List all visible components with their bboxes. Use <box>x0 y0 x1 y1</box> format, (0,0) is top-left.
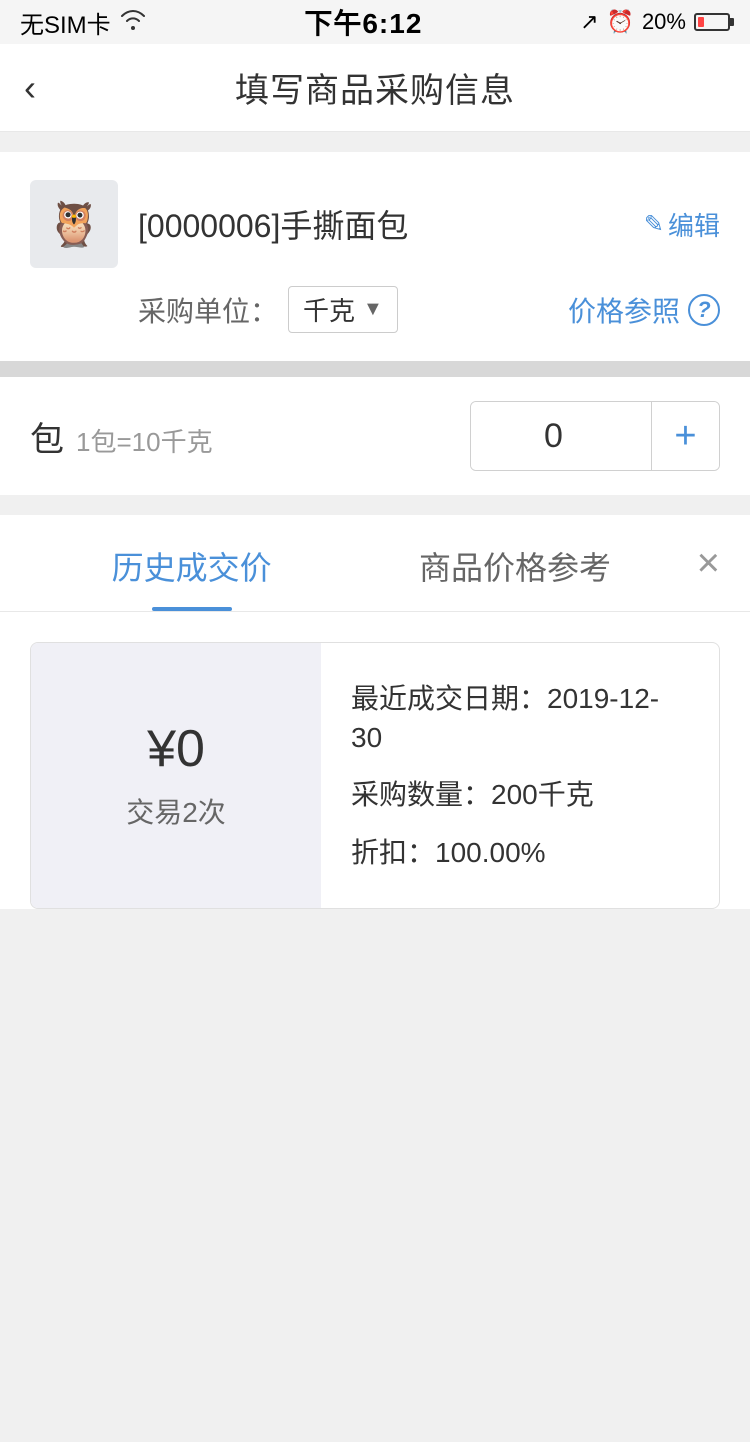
status-bar: 无SIM卡 下午6:12 ↗ ⏰ 20% <box>0 0 750 44</box>
qty-label: 采购数量： <box>351 779 491 810</box>
transaction-details-right: 最近成交日期：2019-12-30 采购数量：200千克 折扣：100.00% <box>321 643 719 908</box>
carrier-label: 无SIM卡 <box>20 5 111 40</box>
product-name: [0000006]手撕面包 <box>138 201 408 247</box>
date-label: 最近成交日期： <box>351 683 547 714</box>
edit-button[interactable]: ✎ 编辑 <box>644 206 720 243</box>
product-unit-row: 采购单位： 千克 ▼ 价格参照 ? <box>138 286 720 333</box>
discount-label: 折扣： <box>351 837 435 868</box>
quantity-control: + <box>470 401 720 471</box>
product-left: 🦉 [0000006]手撕面包 <box>30 180 408 268</box>
tab-history-price[interactable]: 历史成交价 <box>30 515 353 611</box>
transaction-price: ¥0 <box>147 719 205 779</box>
dropdown-arrow-icon: ▼ <box>363 298 383 321</box>
price-ref-button[interactable]: 价格参照 ? <box>568 290 720 330</box>
currency-symbol: ¥ <box>147 720 176 778</box>
alarm-icon: ⏰ <box>607 9 634 35</box>
unit-value: 千克 <box>303 291 355 328</box>
nav-bar: ‹ 填写商品采购信息 <box>0 44 750 132</box>
wifi-icon <box>119 8 147 37</box>
edit-label: 编辑 <box>668 206 720 243</box>
transaction-card: ¥0 交易2次 最近成交日期：2019-12-30 采购数量：200千克 折扣：… <box>30 642 720 909</box>
quantity-row: 包 1包=10千克 + <box>0 377 750 495</box>
section-divider <box>0 361 750 377</box>
battery-icon <box>694 13 730 31</box>
tab-product-price-ref[interactable]: 商品价格参考 <box>353 515 676 611</box>
transaction-discount-row: 折扣：100.00% <box>351 833 689 872</box>
battery-pct: 20% <box>642 9 686 35</box>
transaction-count: 交易2次 <box>126 791 226 831</box>
unit-info: 包 1包=10千克 <box>30 412 213 461</box>
help-icon: ? <box>688 294 720 326</box>
back-button[interactable]: ‹ <box>24 67 36 109</box>
time-label: 下午6:12 <box>304 2 422 42</box>
unit-label: 采购单位： <box>138 290 278 330</box>
price-reference-panel: 历史成交价 商品价格参考 × ¥0 交易2次 最近成交日期：2019-12-30… <box>0 515 750 909</box>
unit-select-dropdown[interactable]: 千克 ▼ <box>288 286 398 333</box>
status-left: 无SIM卡 <box>20 5 147 40</box>
quantity-plus-button[interactable]: + <box>651 402 719 470</box>
transaction-price-left: ¥0 交易2次 <box>31 643 321 908</box>
qty-value: 200千克 <box>491 779 594 810</box>
bao-sub-label: 1包=10千克 <box>76 422 213 459</box>
price-tabs: 历史成交价 商品价格参考 × <box>0 515 750 612</box>
product-thumb-icon: 🦉 <box>47 198 102 250</box>
transaction-date-row: 最近成交日期：2019-12-30 <box>351 679 689 757</box>
quantity-input[interactable] <box>471 402 651 470</box>
product-thumbnail: 🦉 <box>30 180 118 268</box>
price-ref-label: 价格参照 <box>568 290 680 330</box>
discount-value: 100.00% <box>435 837 546 868</box>
edit-icon: ✎ <box>644 210 664 239</box>
bao-label: 包 <box>30 412 64 461</box>
transaction-qty-row: 采购数量：200千克 <box>351 775 689 814</box>
price-value: 0 <box>176 720 205 778</box>
status-right: ↗ ⏰ 20% <box>580 9 730 35</box>
close-panel-button[interactable]: × <box>677 521 720 606</box>
product-card: 🦉 [0000006]手撕面包 ✎ 编辑 采购单位： 千克 ▼ 价格参照 ? <box>0 152 750 361</box>
page-title: 填写商品采购信息 <box>235 63 515 112</box>
page-content: 🦉 [0000006]手撕面包 ✎ 编辑 采购单位： 千克 ▼ 价格参照 ? <box>0 152 750 1442</box>
product-top-row: 🦉 [0000006]手撕面包 ✎ 编辑 <box>30 180 720 268</box>
location-icon: ↗ <box>580 9 598 35</box>
